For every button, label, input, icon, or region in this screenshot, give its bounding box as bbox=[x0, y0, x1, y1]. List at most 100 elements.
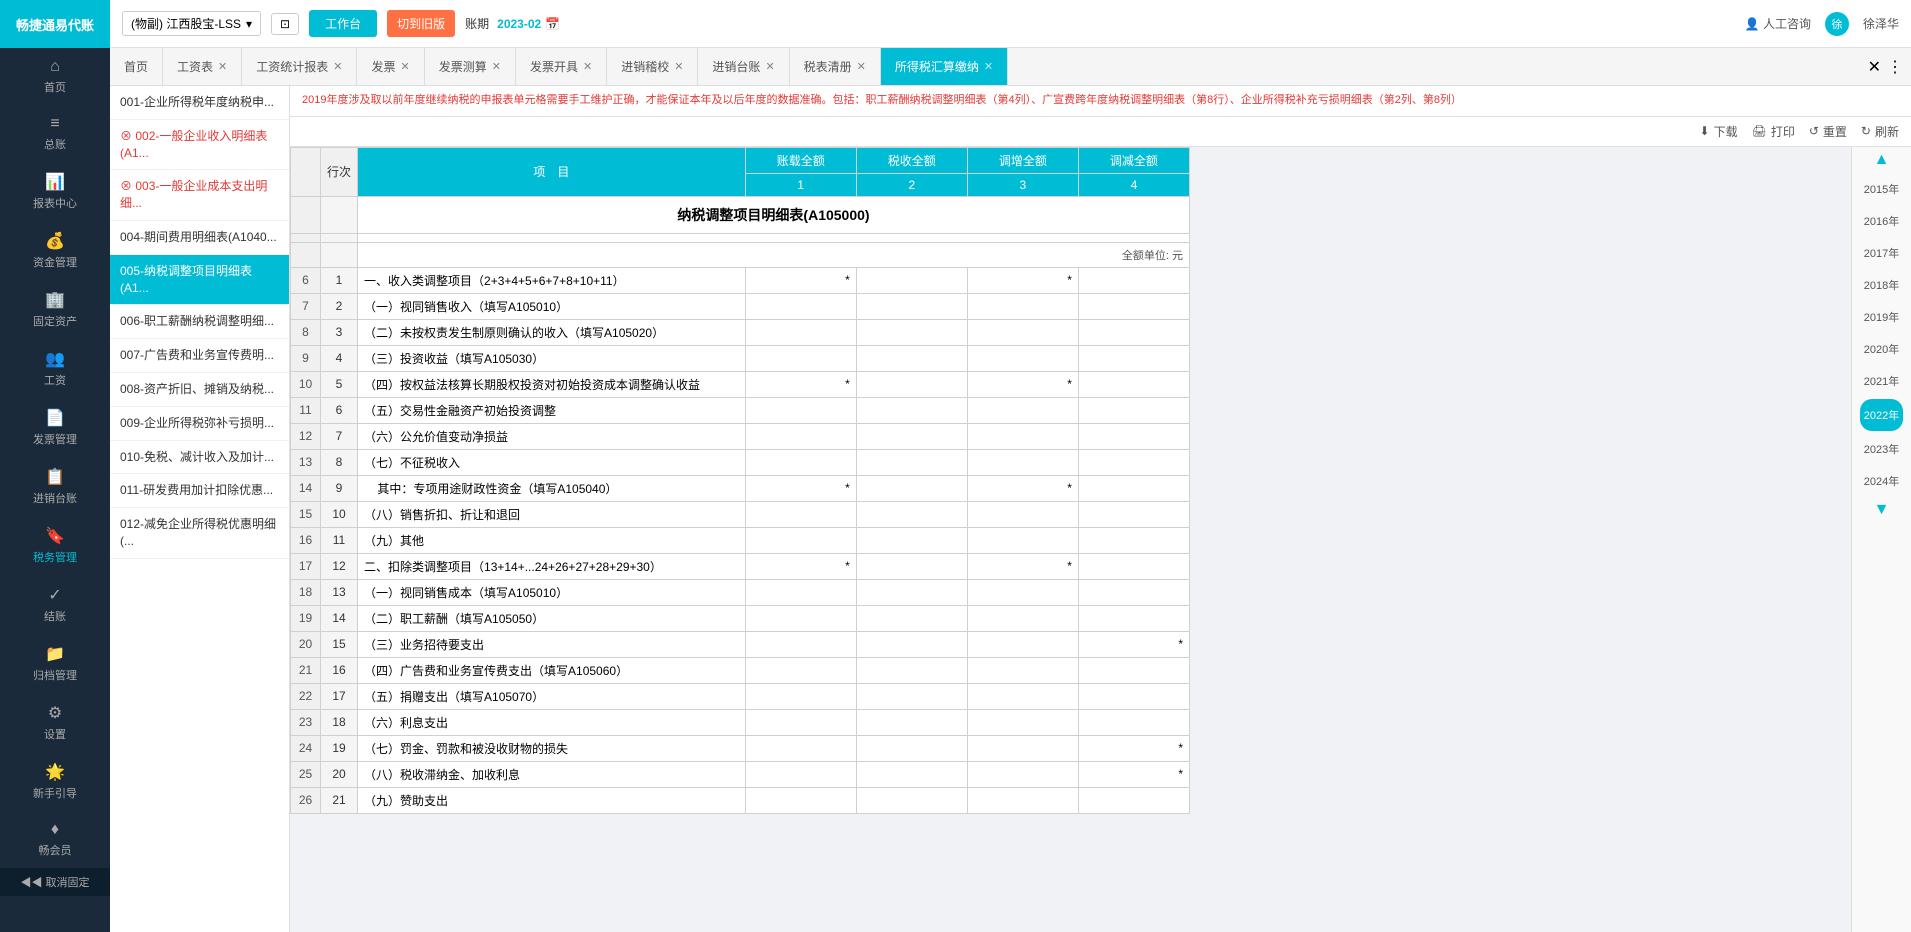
left-panel: 001-企业所得税年度纳税申... ⊗ 002-一般企业收入明细表(A1... … bbox=[110, 86, 290, 932]
table-row: 24 19 （七）罚金、罚款和被没收财物的损失 * bbox=[291, 735, 1190, 761]
sidebar-item-guide[interactable]: 🌟 新手引导 bbox=[0, 752, 110, 811]
sidebar-item-invoice[interactable]: 📄 发票管理 bbox=[0, 398, 110, 457]
left-panel-item-007[interactable]: 007-广告费和业务宣传费明... bbox=[110, 339, 289, 373]
close-tab-payroll-report[interactable]: ✕ bbox=[333, 60, 342, 73]
close-tab-purchase-verify[interactable]: ✕ bbox=[674, 60, 683, 73]
sheet-table-container[interactable]: 行次 项 目 账载全额 税收全额 调增全额 调减全额 1 2 bbox=[290, 147, 1851, 932]
left-panel-item-012[interactable]: 012-减免企业所得税优惠明细(... bbox=[110, 508, 289, 559]
invoice-icon: 📄 bbox=[45, 408, 65, 428]
workdesk-button[interactable]: 工作台 bbox=[309, 10, 377, 37]
table-row: 22 17 （五）捐赠支出（填写A105070） bbox=[291, 683, 1190, 709]
tab-invoice-calc[interactable]: 发票测算 ✕ bbox=[425, 48, 516, 85]
period-label: 账期 2023-02 📅 bbox=[465, 15, 560, 32]
download-button[interactable]: ⬇ 下载 bbox=[1700, 123, 1738, 140]
copy-btn[interactable]: ⊡ bbox=[271, 13, 299, 35]
unit-cell: 全额单位: 元 bbox=[358, 242, 1190, 267]
year-2023[interactable]: 2023年 bbox=[1852, 433, 1911, 465]
funds-icon: 💰 bbox=[45, 231, 65, 251]
sidebar-collapse-btn[interactable]: ◀◀ 取消固定 bbox=[0, 868, 110, 896]
table-row: 13 8 （七）不征税收入 bbox=[291, 449, 1190, 475]
sidebar-item-purchase-sales[interactable]: 📋 进销台账 bbox=[0, 457, 110, 516]
user-avatar: 徐 bbox=[1825, 12, 1849, 36]
main-area: (物副) 江西股宝-LSS ▾ ⊡ 工作台 切到旧版 账期 2023-02 📅 … bbox=[110, 0, 1911, 932]
tab-payroll-report[interactable]: 工资统计报表 ✕ bbox=[242, 48, 357, 85]
table-row: 12 7 （六）公允价值变动净损益 bbox=[291, 423, 1190, 449]
tab-invoice-issue[interactable]: 发票开具 ✕ bbox=[516, 48, 607, 85]
sidebar-item-archive[interactable]: 📁 归档管理 bbox=[0, 634, 110, 693]
year-2018[interactable]: 2018年 bbox=[1852, 269, 1911, 301]
year-2017[interactable]: 2017年 bbox=[1852, 237, 1911, 269]
sidebar-item-reports[interactable]: 📊 报表中心 bbox=[0, 162, 110, 221]
sidebar-item-home[interactable]: ⌂ 首页 bbox=[0, 48, 110, 105]
sidebar-item-payroll[interactable]: 👥 工资 bbox=[0, 339, 110, 398]
left-panel-item-004[interactable]: 004-期间费用明细表(A1040... bbox=[110, 221, 289, 255]
close-tab-invoice-issue[interactable]: ✕ bbox=[583, 60, 592, 73]
payroll-icon: 👥 bbox=[45, 349, 65, 369]
year-panel: ▲ 2015年 2016年 2017年 2018年 2019年 2020年 20… bbox=[1851, 147, 1911, 932]
year-2019[interactable]: 2019年 bbox=[1852, 301, 1911, 333]
year-nav-up[interactable]: ▲ bbox=[1870, 147, 1894, 173]
title-cell: 纳税调整项目明细表(A105000) bbox=[358, 196, 1190, 233]
collapse-arrow: ◀◀ bbox=[20, 877, 42, 889]
company-selector[interactable]: (物副) 江西股宝-LSS ▾ bbox=[122, 11, 261, 36]
table-row: 15 10 （八）销售折扣、折让和退回 bbox=[291, 501, 1190, 527]
tab-purchase-verify[interactable]: 进销稽校 ✕ bbox=[607, 48, 698, 85]
sidebar-item-vip[interactable]: ♦ 畅会员 bbox=[0, 811, 110, 868]
year-2015[interactable]: 2015年 bbox=[1852, 173, 1911, 205]
close-tab-invoice[interactable]: ✕ bbox=[401, 60, 410, 73]
top-right-area: 👤 人工咨询 徐 徐泽华 bbox=[1745, 12, 1899, 36]
col-header-rownum bbox=[291, 147, 321, 196]
table-row: 10 5 （四）按权益法核算长期股权投资对初始投资成本调整确认收益 * * bbox=[291, 371, 1190, 397]
left-panel-item-011[interactable]: 011-研发费用加计扣除优惠... bbox=[110, 474, 289, 508]
year-2020[interactable]: 2020年 bbox=[1852, 333, 1911, 365]
purchase-sales-icon: 📋 bbox=[45, 467, 65, 487]
tab-purchase-ledger[interactable]: 进销台账 ✕ bbox=[698, 48, 789, 85]
tab-income-tax[interactable]: 所得税汇算缴纳 ✕ bbox=[881, 48, 1008, 85]
col-header-v2: 税收全额 bbox=[856, 147, 967, 173]
year-nav-down[interactable]: ▼ bbox=[1870, 497, 1894, 523]
reset-button[interactable]: ↺ 重置 bbox=[1809, 123, 1847, 140]
left-panel-item-005[interactable]: 005-纳税调整项目明细表(A1... bbox=[110, 255, 289, 306]
sheet-main[interactable]: 行次 项 目 账载全额 税收全额 调增全额 调减全额 1 2 bbox=[290, 147, 1851, 932]
sidebar-item-ledger[interactable]: ≡ 总账 bbox=[0, 105, 110, 162]
tab-payroll[interactable]: 工资表 ✕ bbox=[163, 48, 242, 85]
year-2022[interactable]: 2022年 bbox=[1860, 399, 1903, 431]
sidebar-item-funds[interactable]: 💰 资金管理 bbox=[0, 221, 110, 280]
col-sub-2: 2 bbox=[856, 173, 967, 196]
close-tab-payroll[interactable]: ✕ bbox=[218, 60, 227, 73]
print-icon: 🖨 bbox=[1752, 124, 1767, 138]
left-panel-item-010[interactable]: 010-免税、减计收入及加计... bbox=[110, 441, 289, 475]
table-row: 9 4 （三）投资收益（填写A105030） bbox=[291, 345, 1190, 371]
refresh-button[interactable]: ↻ 刷新 bbox=[1861, 123, 1899, 140]
sidebar-item-close[interactable]: ✓ 结账 bbox=[0, 575, 110, 634]
sidebar: 畅捷通易代账 ⌂ 首页 ≡ 总账 📊 报表中心 💰 资金管理 🏢 固定资产 👥 … bbox=[0, 0, 110, 932]
close-all-icon[interactable]: ✕ bbox=[1868, 57, 1881, 77]
print-button[interactable]: 🖨 打印 bbox=[1752, 123, 1795, 140]
sidebar-item-settings[interactable]: ⚙ 设置 bbox=[0, 693, 110, 752]
guide-icon: 🌟 bbox=[45, 762, 65, 782]
download-icon: ⬇ bbox=[1700, 124, 1710, 138]
tab-tax-forms[interactable]: 税表清册 ✕ bbox=[790, 48, 881, 85]
close-tab-purchase-ledger[interactable]: ✕ bbox=[765, 60, 774, 73]
close-tab-income-tax[interactable]: ✕ bbox=[984, 60, 993, 73]
left-panel-item-003[interactable]: ⊗ 003-一般企业成本支出明细... bbox=[110, 170, 289, 221]
sidebar-item-assets[interactable]: 🏢 固定资产 bbox=[0, 280, 110, 339]
switch-old-button[interactable]: 切到旧版 bbox=[387, 10, 455, 37]
left-panel-item-008[interactable]: 008-资产折旧、摊销及纳税... bbox=[110, 373, 289, 407]
menu-icon[interactable]: ⋮ bbox=[1887, 57, 1903, 77]
tab-home[interactable]: 首页 bbox=[110, 48, 163, 85]
tab-bar-right: ✕ ⋮ bbox=[1860, 48, 1911, 85]
reset-icon: ↺ bbox=[1809, 124, 1819, 138]
close-tab-tax-forms[interactable]: ✕ bbox=[857, 60, 866, 73]
year-2016[interactable]: 2016年 bbox=[1852, 205, 1911, 237]
sidebar-item-tax[interactable]: 🔖 税务管理 bbox=[0, 516, 110, 575]
year-2024[interactable]: 2024年 bbox=[1852, 465, 1911, 497]
tab-invoice[interactable]: 发票 ✕ bbox=[357, 48, 424, 85]
left-panel-item-001[interactable]: 001-企业所得税年度纳税申... bbox=[110, 86, 289, 120]
close-tab-invoice-calc[interactable]: ✕ bbox=[492, 60, 501, 73]
left-panel-item-009[interactable]: 009-企业所得税弥补亏损明... bbox=[110, 407, 289, 441]
support-btn[interactable]: 👤 人工咨询 bbox=[1745, 15, 1811, 32]
year-2021[interactable]: 2021年 bbox=[1852, 365, 1911, 397]
left-panel-item-006[interactable]: 006-职工薪酬纳税调整明细... bbox=[110, 305, 289, 339]
left-panel-item-002[interactable]: ⊗ 002-一般企业收入明细表(A1... bbox=[110, 120, 289, 171]
